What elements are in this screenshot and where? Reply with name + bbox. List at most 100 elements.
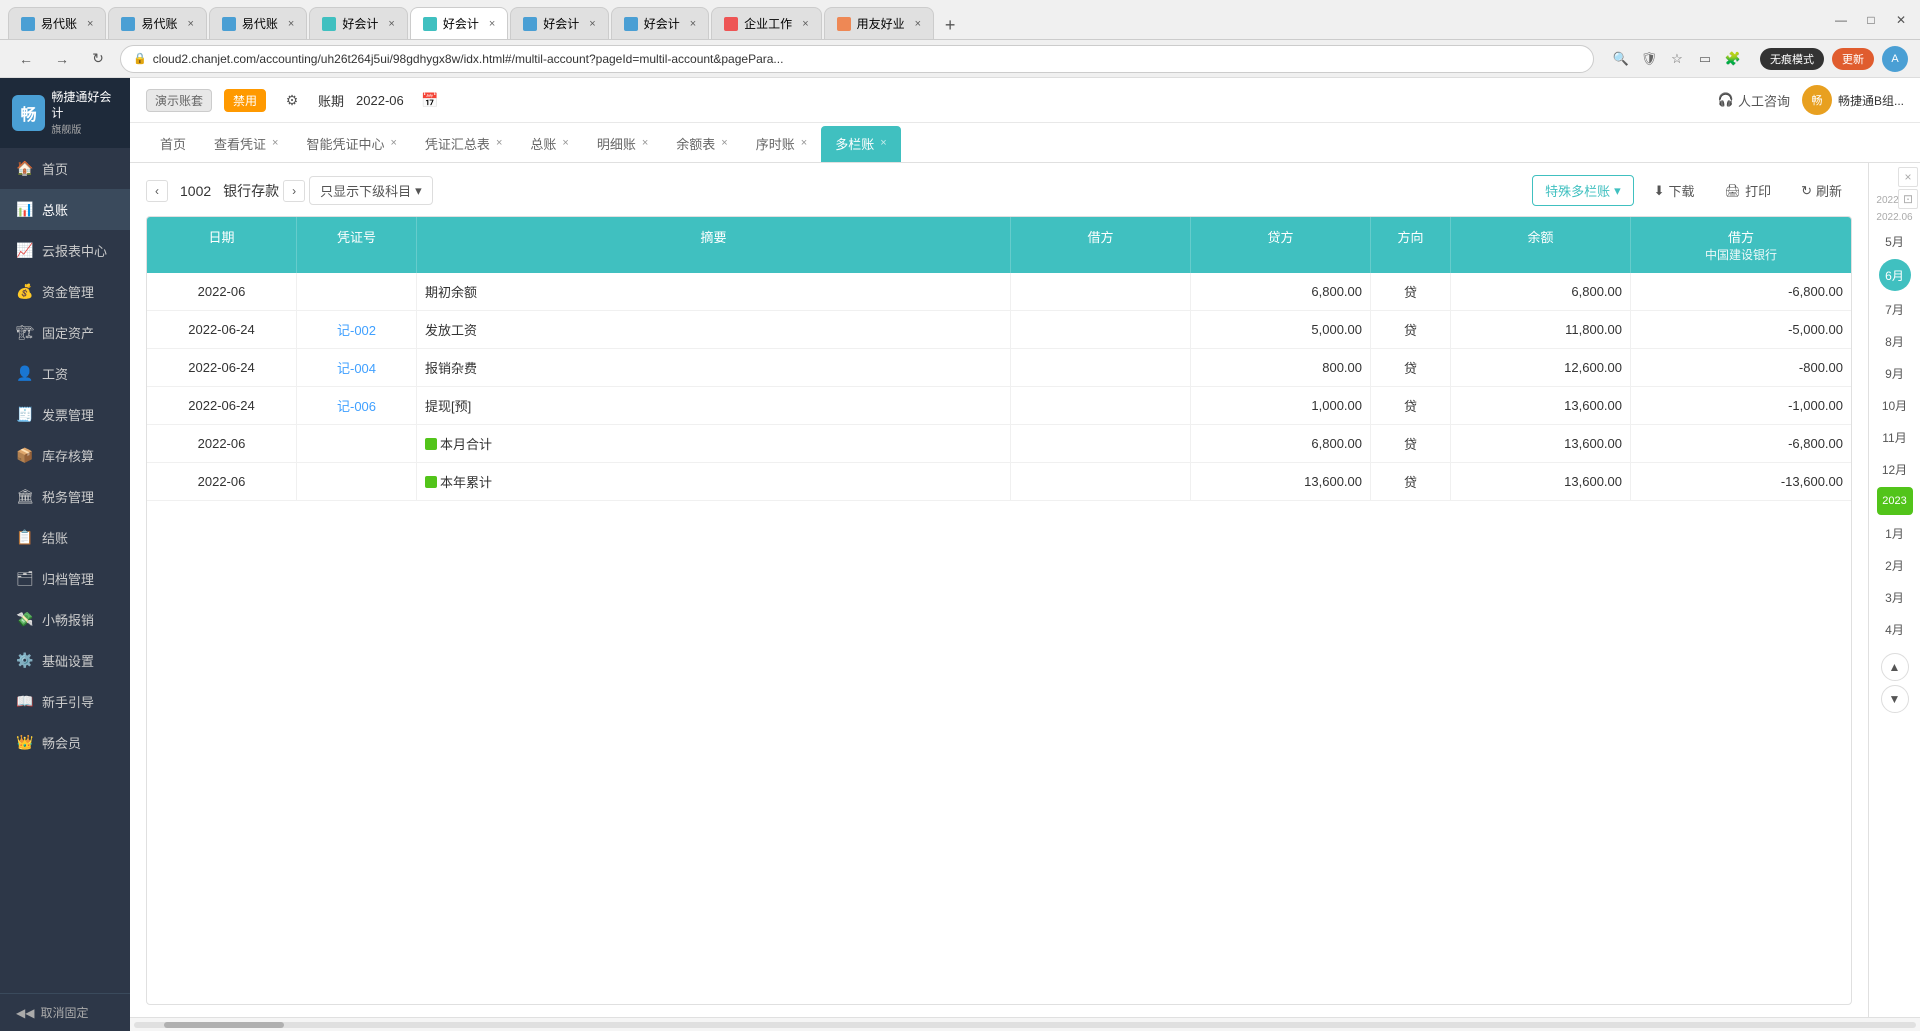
sidebar-toggle-icon[interactable]: ▭	[1694, 48, 1716, 70]
tab-close-icon[interactable]: ×	[489, 18, 495, 30]
calendar-icon[interactable]: 📅	[416, 86, 444, 114]
tab-view-voucher[interactable]: 查看凭证 ×	[200, 126, 292, 162]
tab-close-icon[interactable]: ×	[562, 137, 568, 149]
tab-haohuiji-2[interactable]: 好会计 ×	[410, 7, 508, 39]
sidebar-item-assets[interactable]: 🏗 固定资产	[0, 312, 130, 353]
refresh-button[interactable]: ↻ 刷新	[1791, 176, 1852, 205]
sidebar-item-guide[interactable]: 📖 新手引导	[0, 681, 130, 722]
forward-button[interactable]: →	[48, 45, 76, 73]
search-icon[interactable]: 🔍	[1610, 48, 1632, 70]
browser-user-avatar[interactable]: A	[1882, 46, 1908, 72]
month-6[interactable]: 6月	[1879, 259, 1911, 291]
sidebar-item-salary[interactable]: 👤 工资	[0, 353, 130, 394]
sidebar-item-inventory[interactable]: 📦 库存核算	[0, 435, 130, 476]
tab-close-icon[interactable]: ×	[589, 18, 595, 30]
tab-close-icon[interactable]: ×	[390, 137, 396, 149]
tab-close-icon[interactable]: ×	[801, 137, 807, 149]
incognito-button[interactable]: 无痕模式	[1760, 48, 1824, 70]
tab-sequence-ledger[interactable]: 序时账 ×	[742, 126, 821, 162]
tab-haohuiji-1[interactable]: 好会计 ×	[309, 7, 407, 39]
tab-close-icon[interactable]: ×	[642, 137, 648, 149]
sidebar-item-invoice[interactable]: 🧾 发票管理	[0, 394, 130, 435]
tab-general-ledger[interactable]: 总账 ×	[516, 126, 582, 162]
tab-close-icon[interactable]: ×	[690, 18, 696, 30]
address-bar[interactable]: 🔒 cloud2.chanjet.com/accounting/uh26t264…	[120, 45, 1594, 73]
horizontal-scrollbar[interactable]	[130, 1017, 1920, 1031]
month-11[interactable]: 11月	[1875, 423, 1915, 451]
month-10[interactable]: 10月	[1875, 391, 1915, 419]
month-8[interactable]: 8月	[1875, 327, 1915, 355]
extension-icon[interactable]: 🧩	[1722, 48, 1744, 70]
reload-button[interactable]: ↻	[84, 45, 112, 73]
minimize-button[interactable]: —	[1830, 9, 1852, 31]
sidebar-item-home[interactable]: 🏠 首页	[0, 148, 130, 189]
sidebar-item-funds[interactable]: 💰 资金管理	[0, 271, 130, 312]
scrollbar-thumb[interactable]	[164, 1022, 284, 1028]
print-button[interactable]: 🖨 打印	[1715, 176, 1782, 205]
voucher-link-3[interactable]: 记-006	[337, 396, 376, 415]
new-tab-button[interactable]: +	[936, 11, 964, 39]
demo-badge[interactable]: 禁用	[224, 89, 266, 112]
tab-yidaizhang-2[interactable]: 易代账 ×	[108, 7, 206, 39]
tab-close-icon[interactable]: ×	[915, 18, 921, 30]
sidebar-item-tax[interactable]: 🏛 税务管理	[0, 476, 130, 517]
tab-close-icon[interactable]: ×	[721, 137, 727, 149]
update-button[interactable]: 更新	[1832, 48, 1874, 70]
sidebar-unpin-button[interactable]: ◀◀ 取消固定	[0, 993, 130, 1031]
tab-close-icon[interactable]: ×	[87, 18, 93, 30]
voucher-link-2[interactable]: 记-004	[337, 358, 376, 377]
tab-close-icon[interactable]: ×	[187, 18, 193, 30]
tab-yidaizhang-3[interactable]: 易代账 ×	[209, 7, 307, 39]
month-5[interactable]: 5月	[1875, 227, 1915, 255]
tab-close-icon[interactable]: ×	[802, 18, 808, 30]
star-icon[interactable]: ☆	[1666, 48, 1688, 70]
tab-voucher-summary[interactable]: 凭证汇总表 ×	[411, 126, 516, 162]
period-value[interactable]: 2022-06	[356, 93, 404, 108]
tab-multi-col[interactable]: 多栏账 ×	[821, 126, 900, 162]
service-button[interactable]: 🎧 人工咨询	[1718, 91, 1790, 110]
back-button[interactable]: ←	[12, 45, 40, 73]
month-9[interactable]: 9月	[1875, 359, 1915, 387]
multi-col-button[interactable]: 特殊多栏账 ▾	[1532, 175, 1634, 206]
month-2[interactable]: 2月	[1875, 551, 1915, 579]
tab-detail-ledger[interactable]: 明细账 ×	[583, 126, 662, 162]
month-3[interactable]: 3月	[1875, 583, 1915, 611]
sidebar-item-close-accounts[interactable]: 📋 结账	[0, 517, 130, 558]
account-next-button[interactable]: ›	[283, 180, 305, 202]
tab-close-icon[interactable]: ×	[272, 137, 278, 149]
voucher-link-1[interactable]: 记-002	[337, 320, 376, 339]
user-badge[interactable]: 畅 畅捷通B组...	[1802, 85, 1904, 115]
month-4[interactable]: 4月	[1875, 615, 1915, 643]
tab-yidaizhang-1[interactable]: 易代账 ×	[8, 7, 106, 39]
sidebar-item-archive[interactable]: 🗂 归档管理	[0, 558, 130, 599]
close-window-button[interactable]: ✕	[1890, 9, 1912, 31]
tab-haohuiji-4[interactable]: 好会计 ×	[611, 7, 709, 39]
maximize-button[interactable]: □	[1860, 9, 1882, 31]
tab-qiyegongzuo[interactable]: 企业工作 ×	[711, 7, 821, 39]
sidebar-item-member[interactable]: 👑 畅会员	[0, 722, 130, 763]
sidebar-item-cloud-report[interactable]: 📈 云报表中心	[0, 230, 130, 271]
tab-balance[interactable]: 余额表 ×	[662, 126, 741, 162]
tab-close-icon[interactable]: ×	[288, 18, 294, 30]
month-7[interactable]: 7月	[1875, 295, 1915, 323]
tab-home[interactable]: 首页	[146, 126, 200, 162]
month-1[interactable]: 1月	[1875, 519, 1915, 547]
sidebar-item-expense[interactable]: 💸 小畅报销	[0, 599, 130, 640]
tab-close-icon[interactable]: ×	[496, 137, 502, 149]
tab-haohuiji-3[interactable]: 好会计 ×	[510, 7, 608, 39]
tab-close-icon[interactable]: ×	[880, 137, 886, 149]
tab-close-icon[interactable]: ×	[388, 18, 394, 30]
tab-smart-voucher[interactable]: 智能凭证中心 ×	[292, 126, 410, 162]
panel-close-button[interactable]: ×	[1898, 167, 1918, 187]
panel-down-button[interactable]: ▼	[1881, 685, 1909, 713]
tab-yongyou[interactable]: 用友好业 ×	[824, 7, 934, 39]
shield-icon[interactable]: 🛡	[1638, 48, 1660, 70]
panel-up-button[interactable]: ▲	[1881, 653, 1909, 681]
month-12[interactable]: 12月	[1875, 455, 1915, 483]
panel-expand-button[interactable]: ⊡	[1898, 189, 1918, 209]
sidebar-item-settings[interactable]: ⚙️ 基础设置	[0, 640, 130, 681]
filter-select[interactable]: 只显示下级科目 ▾	[309, 176, 433, 205]
settings-gear-icon[interactable]: ⚙	[278, 86, 306, 114]
account-prev-button[interactable]: ‹	[146, 180, 168, 202]
sidebar-item-ledger[interactable]: 📊 总账	[0, 189, 130, 230]
